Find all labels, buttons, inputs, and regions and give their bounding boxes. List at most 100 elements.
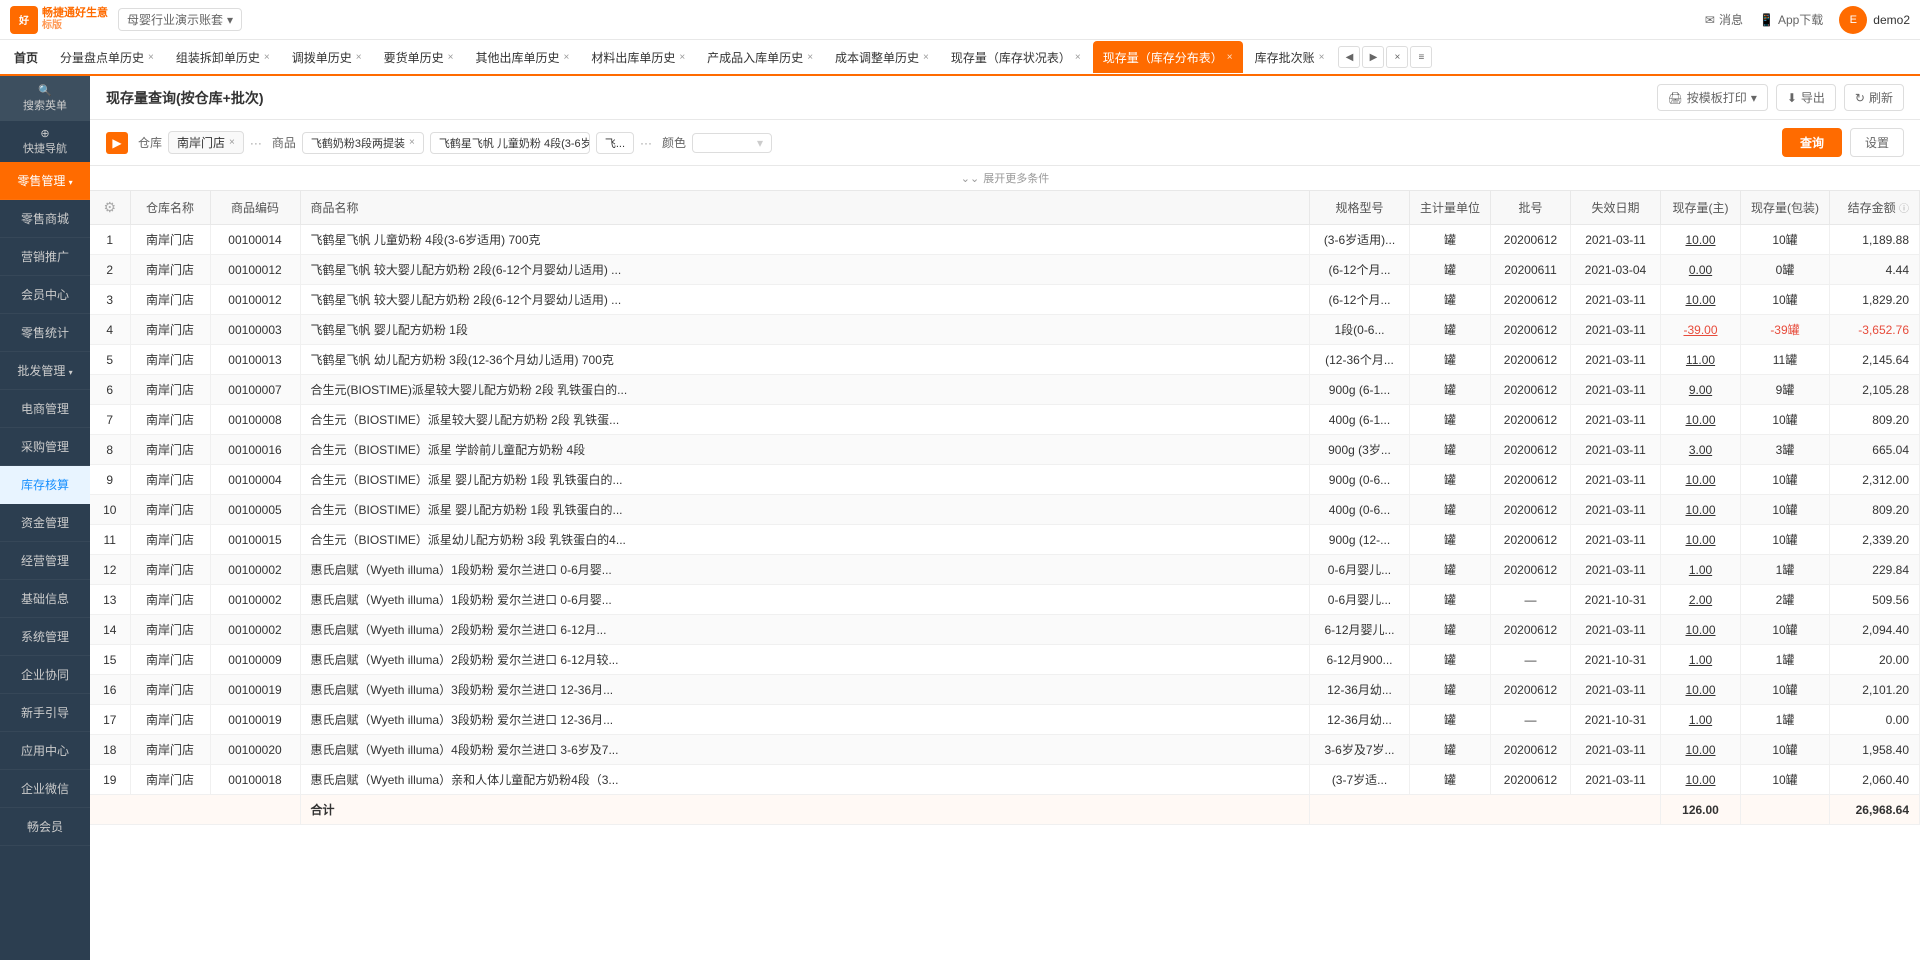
sidebar-item-畅会员[interactable]: 畅会员 [0, 808, 90, 846]
row-stock-main[interactable]: 10.00 [1661, 525, 1741, 555]
close-icon[interactable]: × [679, 52, 685, 63]
sidebar-item-电商管理[interactable]: 电商管理 [0, 390, 90, 428]
row-index: 1 [90, 225, 130, 255]
tab-其他出库单历史[interactable]: 其他出库单历史 × [465, 41, 579, 73]
more-options-icon[interactable]: ··· [250, 136, 262, 150]
sidebar-item-新手引导[interactable]: 新手引导 [0, 694, 90, 732]
close-icon[interactable]: × [448, 52, 454, 63]
product-tag-2[interactable]: 飞鹤星飞帆 儿童奶粉 4段(3-6岁适用) 700克 × [430, 132, 590, 154]
message-button[interactable]: ✉ 消息 [1705, 11, 1743, 28]
tab-材料出库单历史[interactable]: 材料出库单历史 × [581, 41, 695, 73]
refresh-button[interactable]: ↻ 刷新 [1844, 84, 1904, 111]
close-icon[interactable]: × [264, 52, 270, 63]
close-icon[interactable]: × [148, 52, 154, 63]
row-spec: 1段(0-6... [1309, 315, 1409, 345]
row-stock-main[interactable]: 2.00 [1661, 585, 1741, 615]
row-stock-main[interactable]: 10.00 [1661, 465, 1741, 495]
account-selector[interactable]: 母婴行业演示账套 ▾ [118, 8, 242, 31]
sidebar-item-会员中心[interactable]: 会员中心 [0, 276, 90, 314]
row-stock-main[interactable]: 9.00 [1661, 375, 1741, 405]
row-name: 合生元（BIOSTIME）派星 婴儿配方奶粉 1段 乳铁蛋白的... [300, 495, 1309, 525]
row-stock-main[interactable]: 11.00 [1661, 345, 1741, 375]
row-stock-main[interactable]: 3.00 [1661, 435, 1741, 465]
row-stock-main[interactable]: 10.00 [1661, 765, 1741, 795]
color-input[interactable]: ▾ [692, 133, 772, 153]
close-icon[interactable]: × [923, 52, 929, 63]
sidebar-item-零售商城[interactable]: 零售商城 [0, 200, 90, 238]
close-icon[interactable]: × [807, 52, 813, 63]
row-stock-pkg: 10罐 [1741, 675, 1830, 705]
row-stock-main[interactable]: -39.00 [1661, 315, 1741, 345]
row-stock-pkg: 10罐 [1741, 525, 1830, 555]
print-template-button[interactable]: 🖨 按模板打印 ▾ [1657, 84, 1768, 111]
tab-成本调整单历史[interactable]: 成本调整单历史 × [825, 41, 939, 73]
sidebar-item-批发管理[interactable]: 批发管理 ▾ [0, 352, 90, 390]
info-icon[interactable]: ⓘ [1899, 204, 1909, 215]
close-icon[interactable]: × [1319, 52, 1325, 63]
sidebar-item-采购管理[interactable]: 采购管理 [0, 428, 90, 466]
sidebar-quick-nav[interactable]: ⊕ 快捷导航 [0, 121, 90, 162]
row-stock-main[interactable]: 1.00 [1661, 555, 1741, 585]
row-stock-main[interactable]: 10.00 [1661, 405, 1741, 435]
row-stock-main[interactable]: 10.00 [1661, 735, 1741, 765]
row-stock-main[interactable]: 10.00 [1661, 615, 1741, 645]
filter-expand-button[interactable]: ▶ [106, 132, 128, 154]
tab-next-arrow[interactable]: ▶ [1362, 46, 1384, 68]
sidebar-item-系统管理[interactable]: 系统管理 [0, 618, 90, 656]
tab-现存量库存状况表[interactable]: 现存量（库存状况表）× [941, 41, 1091, 73]
sidebar-item-经营管理[interactable]: 经营管理 [0, 542, 90, 580]
close-icon[interactable]: × [356, 52, 362, 63]
tab-组装拆卸单历史[interactable]: 组装拆卸单历史 × [166, 41, 280, 73]
tab-prev-arrow[interactable]: ◀ [1338, 46, 1360, 68]
tab-调拨单历史[interactable]: 调拨单历史 × [282, 41, 372, 73]
app-download-button[interactable]: 📱 App下载 [1759, 11, 1823, 28]
tab-close-all[interactable]: × [1386, 46, 1408, 68]
row-stock-main[interactable]: 10.00 [1661, 675, 1741, 705]
sidebar-item-应用中心[interactable]: 应用中心 [0, 732, 90, 770]
row-stock-main[interactable]: 10.00 [1661, 495, 1741, 525]
sidebar-item-库存核算[interactable]: 库存核算 [0, 466, 90, 504]
row-code: 00100016 [210, 435, 300, 465]
query-button[interactable]: 查询 [1782, 128, 1842, 157]
close-icon[interactable]: × [1227, 52, 1233, 63]
close-icon[interactable]: × [1075, 52, 1081, 63]
tab-menu[interactable]: ≡ [1410, 46, 1432, 68]
gear-icon[interactable]: ⚙ [103, 199, 116, 215]
tab-home[interactable]: 首页 [4, 41, 48, 73]
warehouse-tag[interactable]: 南岸门店 × [168, 131, 244, 154]
product-tag-1[interactable]: 飞鹤奶粉3段两提装 × [302, 132, 424, 154]
close-icon[interactable]: × [229, 137, 235, 148]
tab-要货单历史[interactable]: 要货单历史 × [374, 41, 464, 73]
th-gear[interactable]: ⚙ [90, 191, 130, 225]
avatar[interactable]: E [1839, 6, 1867, 34]
export-button[interactable]: ⬇ 导出 [1776, 84, 1836, 111]
tab-库存批次账[interactable]: 库存批次账 × [1245, 41, 1335, 73]
row-stock-main[interactable]: 10.00 [1661, 225, 1741, 255]
setting-button[interactable]: 设置 [1850, 128, 1904, 157]
row-stock-main[interactable]: 1.00 [1661, 645, 1741, 675]
data-table-container[interactable]: ⚙ 仓库名称 商品编码 商品名称 规格型号 主计量单位 批号 失效日期 现存量(… [90, 191, 1920, 960]
tab-分量盘点单历史[interactable]: 分量盘点单历史 × [50, 41, 164, 73]
sidebar-item-零售管理[interactable]: 零售管理 ▾ [0, 162, 90, 200]
sidebar-item-资金管理[interactable]: 资金管理 [0, 504, 90, 542]
more-products-icon[interactable]: ··· [640, 136, 652, 150]
sidebar-item-基础信息[interactable]: 基础信息 [0, 580, 90, 618]
sidebar-item-零售统计[interactable]: 零售统计 [0, 314, 90, 352]
sidebar-item-企业协同[interactable]: 企业协同 [0, 656, 90, 694]
product-tag-3[interactable]: 飞... [596, 132, 634, 154]
sidebar-item-企业微信[interactable]: 企业微信 [0, 770, 90, 808]
row-stock-main[interactable]: 0.00 [1661, 255, 1741, 285]
expand-more-button[interactable]: ⌄⌄ 展开更多条件 [961, 170, 1049, 186]
close-icon[interactable]: × [563, 52, 569, 63]
row-name: 惠氏启赋（Wyeth illuma）亲和人体儿童配方奶粉4段（3... [300, 765, 1309, 795]
tab-产成品入库单历史[interactable]: 产成品入库单历史 × [697, 41, 823, 73]
tab-现存量库存分布表[interactable]: 现存量（库存分布表）× [1093, 41, 1243, 73]
row-code: 00100012 [210, 255, 300, 285]
row-stock-main[interactable]: 1.00 [1661, 705, 1741, 735]
sidebar-item-营销推广[interactable]: 营销推广 [0, 238, 90, 276]
row-stock-main[interactable]: 10.00 [1661, 285, 1741, 315]
close-icon[interactable]: × [409, 137, 415, 148]
row-balance: 1,189.88 [1830, 225, 1920, 255]
sidebar-search[interactable]: 🔍 搜索英单 [0, 76, 90, 121]
row-balance: 809.20 [1830, 495, 1920, 525]
